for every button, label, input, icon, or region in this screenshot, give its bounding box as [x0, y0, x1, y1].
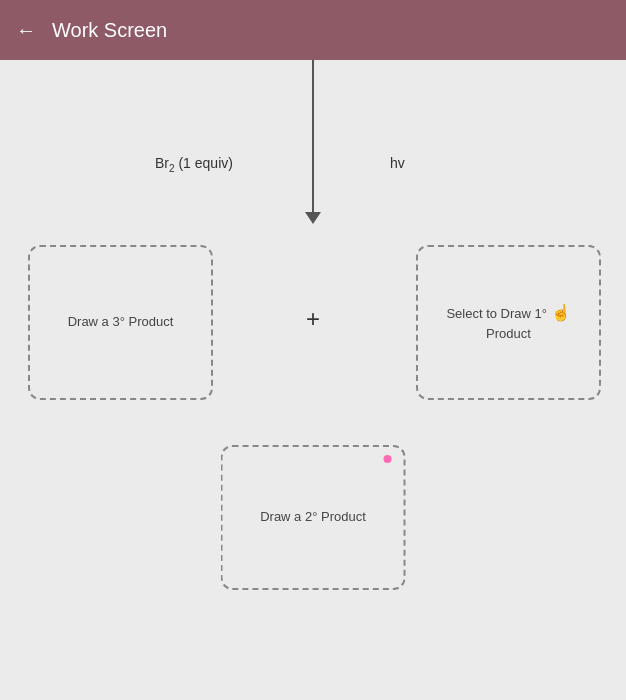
- draw-primary-product-box[interactable]: Select to Draw 1° ☝Product: [416, 245, 601, 400]
- reaction-arrow-line: [312, 60, 314, 220]
- page-title: Work Screen: [52, 19, 167, 42]
- app-header: ← Work Screen: [0, 0, 626, 60]
- reagent-label: Br2 (1 equiv): [155, 155, 233, 174]
- draw-tertiary-product-label: Draw a 3° Product: [60, 305, 182, 339]
- reaction-arrow-head: [305, 212, 321, 224]
- draw-tertiary-product-box[interactable]: Draw a 3° Product: [28, 245, 213, 400]
- back-button[interactable]: ←: [16, 19, 36, 42]
- draw-secondary-product-box[interactable]: Draw a 2° Product: [221, 445, 406, 590]
- plus-separator: +: [306, 305, 320, 333]
- draw-primary-product-label: Select to Draw 1° ☝Product: [438, 294, 578, 351]
- light-condition-label: hv: [390, 155, 405, 171]
- work-screen-canvas: Br2 (1 equiv) hv + Draw a 3° Product Sel…: [0, 60, 626, 700]
- pink-dot-indicator: [384, 455, 392, 463]
- draw-secondary-product-label: Draw a 2° Product: [252, 500, 374, 534]
